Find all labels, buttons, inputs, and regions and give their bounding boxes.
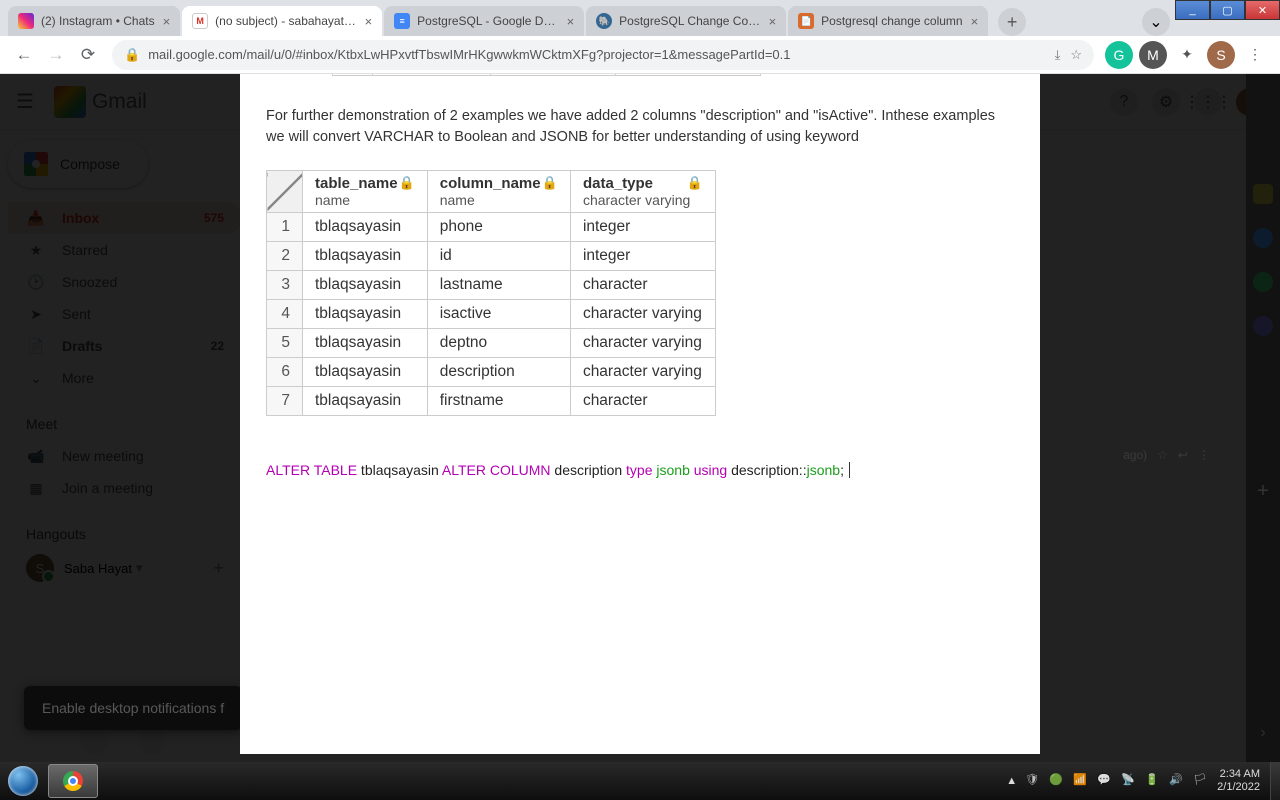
table-row: 4tblaqsayasinisactivecharacter varying — [267, 300, 716, 329]
window-maximize-button[interactable]: ▢ — [1210, 0, 1245, 20]
body-paragraph: For further demonstration of 2 examples … — [266, 106, 1014, 148]
chrome-icon — [63, 771, 83, 791]
tray-app-icon[interactable]: 🟢 — [1049, 773, 1065, 789]
col-header-column-name: column_name🔒name — [427, 171, 570, 213]
window-minimize-button[interactable]: _ — [1175, 0, 1210, 20]
tab-close-icon[interactable]: × — [971, 14, 979, 29]
tray-app-icon[interactable]: 📶 — [1073, 773, 1089, 789]
table-row: 6tblaqsayasindescriptioncharacter varyin… — [267, 358, 716, 387]
tray-up-icon[interactable]: ▲ — [1006, 775, 1017, 787]
doc-icon: 📄 — [798, 13, 814, 29]
tab-label: Postgresql change column — [821, 14, 962, 28]
bookmark-star-icon[interactable]: ☆ — [1070, 47, 1082, 63]
browser-tab-strip: (2) Instagram • Chats × M (no subject) -… — [0, 0, 1280, 36]
address-bar: ← → ⟳ 🔒 mail.google.com/mail/u/0/#inbox/… — [0, 36, 1280, 74]
window-close-button[interactable]: ✕ — [1245, 0, 1280, 20]
tray-network-icon[interactable]: 📡 — [1121, 773, 1137, 789]
tab-gmail-active[interactable]: M (no subject) - sabahayatkha × — [182, 6, 382, 36]
nav-forward-button[interactable]: → — [40, 39, 72, 71]
table-row: 1tblaqsayasinphoneinteger — [267, 213, 716, 242]
tray-app-icon[interactable]: 💬 — [1097, 773, 1113, 789]
attachment-preview-popup: 4tblaqsayasinlastnamecharacter varying5t… — [240, 74, 1040, 754]
schema-table-full: table_name🔒name column_name🔒name data_ty… — [266, 170, 716, 416]
table-row: 2tblaqsayasinidinteger — [267, 242, 716, 271]
table-row — [333, 74, 761, 76]
new-tab-button[interactable]: + — [998, 8, 1026, 36]
nav-back-button[interactable]: ← — [8, 39, 40, 71]
windows-taskbar: ▲ 🛡 🟢 📶 💬 📡 🔋 🔊 🏳 2:34 AM 2/1/2022 — [0, 762, 1280, 800]
clock-date: 2/1/2022 — [1217, 781, 1260, 794]
table-corner — [267, 171, 303, 213]
tray-app-icon[interactable]: 🛡 — [1025, 773, 1041, 789]
url-text: mail.google.com/mail/u/0/#inbox/KtbxLwHP… — [148, 47, 790, 62]
sql-statement: ALTER TABLE tblaqsayasin ALTER COLUMN de… — [266, 462, 1014, 480]
url-input[interactable]: 🔒 mail.google.com/mail/u/0/#inbox/KtbxLw… — [112, 40, 1094, 70]
nav-reload-button[interactable]: ⟳ — [72, 39, 104, 71]
tray-battery-icon[interactable]: 🔋 — [1145, 773, 1161, 789]
system-tray: ▲ 🛡 🟢 📶 💬 📡 🔋 🔊 🏳 2:34 AM 2/1/2022 — [1006, 768, 1270, 794]
table-row: 5tblaqsayasindeptnocharacter varying — [267, 329, 716, 358]
tab-close-icon[interactable]: × — [769, 14, 777, 29]
instagram-icon — [18, 13, 34, 29]
clock-time: 2:34 AM — [1217, 768, 1260, 781]
col-header-data-type: data_type🔒character varying — [570, 171, 715, 213]
gmail-icon: M — [192, 13, 208, 29]
taskbar-chrome[interactable] — [48, 764, 98, 798]
extension-icon[interactable]: M — [1139, 41, 1167, 69]
tab-label: PostgreSQL - Google Docs — [417, 14, 558, 28]
schema-table-partial: 4tblaqsayasinlastnamecharacter varying5t… — [332, 74, 761, 76]
tab-label: (2) Instagram • Chats — [41, 14, 155, 28]
install-app-icon[interactable]: ⤓ — [1055, 47, 1061, 63]
taskbar-clock[interactable]: 2:34 AM 2/1/2022 — [1217, 768, 1260, 794]
tray-flag-icon[interactable]: 🏳 — [1193, 773, 1209, 789]
table-row: 3tblaqsayasinlastnamecharacter — [267, 271, 716, 300]
windows-orb-icon — [8, 766, 38, 796]
table-row: 7tblaqsayasinfirstnamecharacter — [267, 387, 716, 416]
tab-pg1[interactable]: 🐘 PostgreSQL Change Colum × — [586, 6, 786, 36]
tab-close-icon[interactable]: × — [567, 14, 575, 29]
extensions-puzzle-icon[interactable]: ✦ — [1173, 41, 1201, 69]
tab-gdocs[interactable]: ≡ PostgreSQL - Google Docs × — [384, 6, 584, 36]
tab-label: (no subject) - sabahayatkha — [215, 14, 356, 28]
lock-icon: 🔒 — [399, 175, 415, 191]
tray-volume-icon[interactable]: 🔊 — [1169, 773, 1185, 789]
gdocs-icon: ≡ — [394, 13, 410, 29]
lock-icon: 🔒 — [124, 47, 140, 63]
lock-icon: 🔒 — [542, 175, 558, 191]
postgres-icon: 🐘 — [596, 13, 612, 29]
chrome-menu-button[interactable]: ⋮ — [1241, 41, 1269, 69]
tab-instagram[interactable]: (2) Instagram • Chats × — [8, 6, 180, 36]
profile-avatar[interactable]: S — [1207, 41, 1235, 69]
start-button[interactable] — [0, 762, 46, 800]
tab-label: PostgreSQL Change Colum — [619, 14, 760, 28]
col-header-table-name: table_name🔒name — [303, 171, 428, 213]
tab-close-icon[interactable]: × — [163, 14, 171, 29]
tab-close-icon[interactable]: × — [365, 14, 373, 29]
grammarly-icon[interactable]: G — [1105, 41, 1133, 69]
show-desktop-button[interactable] — [1270, 762, 1280, 800]
tab-pg2[interactable]: 📄 Postgresql change column × — [788, 6, 988, 36]
tab-dropdown-button[interactable]: ⌄ — [1142, 8, 1170, 36]
lock-icon: 🔒 — [687, 175, 703, 191]
